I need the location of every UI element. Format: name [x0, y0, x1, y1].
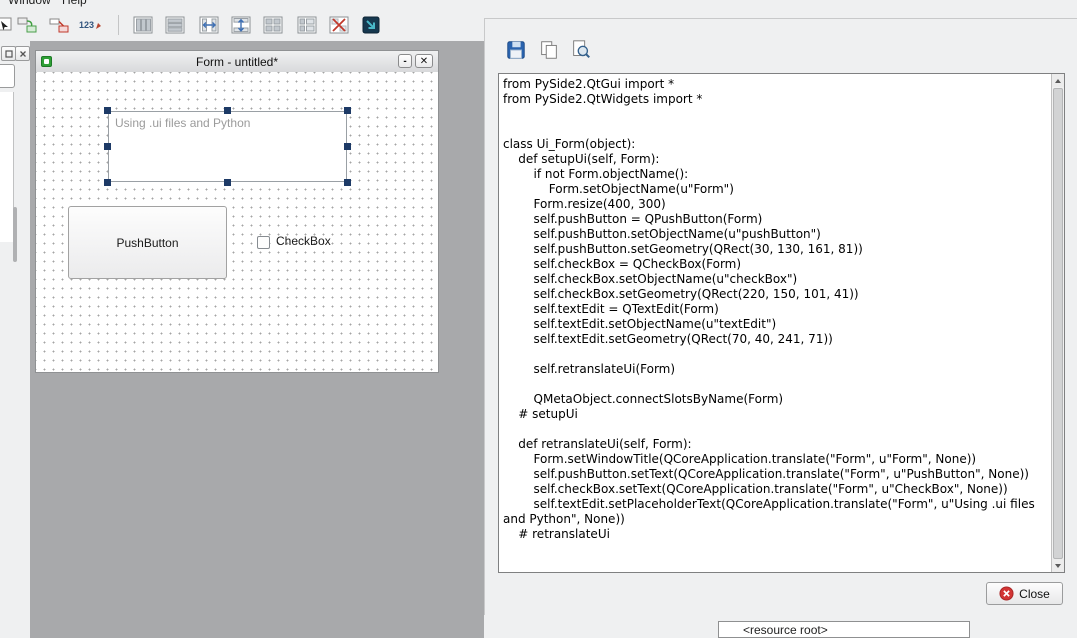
form-canvas[interactable]: Using .ui files and Python PushButton Ch… — [36, 72, 438, 372]
form-window-titlebar[interactable]: Form - untitled* — [36, 51, 438, 73]
mdi-area: Form - untitled* - ✕ Using .ui files and… — [30, 41, 484, 638]
dock-float-icon — [5, 50, 13, 58]
menu-window[interactable]: Window — [8, 0, 51, 7]
bottom-dock-area: <resource root> — [484, 615, 1077, 638]
layout-vertical-button[interactable] — [162, 12, 188, 38]
widget-filter-input[interactable] — [0, 64, 15, 88]
edit-signals-slots-button[interactable] — [14, 12, 40, 38]
layout-horizontal-button[interactable] — [130, 12, 156, 38]
scrollbar-down-icon — [1055, 564, 1061, 568]
selection-handle-tm[interactable] — [224, 107, 231, 114]
edit-tab-order-button[interactable]: 123 — [78, 12, 104, 38]
layout-horizontal-icon — [132, 14, 154, 36]
close-button-label: Close — [1019, 587, 1050, 601]
selection-handle-ml[interactable] — [104, 143, 111, 150]
layout-form-icon — [296, 14, 318, 36]
adjust-size-button[interactable] — [358, 12, 384, 38]
signals-slots-icon — [16, 14, 38, 36]
form-minimize-button[interactable]: - — [398, 54, 412, 68]
checkbox-indicator[interactable] — [257, 236, 270, 249]
code-scrollbar[interactable] — [1051, 74, 1064, 572]
selection-handle-bm[interactable] — [224, 179, 231, 186]
tab-order-pencil-icon — [95, 20, 103, 30]
selection-handle-tr[interactable] — [344, 107, 351, 114]
widget-box-dock — [0, 41, 31, 638]
break-layout-button[interactable] — [326, 12, 352, 38]
copy-icon — [538, 39, 560, 61]
close-button[interactable]: Close — [986, 582, 1063, 605]
scrollbar-handle[interactable] — [1053, 88, 1063, 559]
layout-grid-button[interactable] — [260, 12, 286, 38]
form-designer-window: Form - untitled* - ✕ Using .ui files and… — [35, 50, 439, 373]
dock-float-button[interactable] — [1, 46, 16, 61]
close-icon — [999, 586, 1014, 601]
selection-handle-mr[interactable] — [344, 143, 351, 150]
textedit-widget[interactable]: Using .ui files and Python — [108, 111, 347, 182]
find-button[interactable] — [569, 38, 593, 62]
scrollbar-up-icon — [1055, 79, 1061, 83]
layout-vertical-splitter-button[interactable] — [228, 12, 254, 38]
splitter-vertical-icon — [230, 14, 252, 36]
selection-handle-tl[interactable] — [104, 107, 111, 114]
form-close-button[interactable]: ✕ — [415, 54, 433, 68]
widget-box-list[interactable] — [0, 92, 14, 242]
break-layout-icon — [328, 14, 350, 36]
widget-box-scrollbar[interactable] — [13, 207, 17, 262]
copy-button[interactable] — [537, 38, 561, 62]
adjust-size-icon — [360, 14, 382, 36]
pushbutton-widget[interactable]: PushButton — [68, 206, 227, 279]
resource-browser[interactable]: <resource root> — [718, 621, 970, 638]
layout-form-button[interactable] — [294, 12, 320, 38]
textedit-placeholder: Using .ui files and Python — [109, 112, 346, 134]
edit-buddies-button[interactable] — [46, 12, 72, 38]
save-icon — [505, 39, 527, 61]
code-preview-dialog: from PySide2.QtGui import * from PySide2… — [484, 18, 1077, 615]
qt-designer-screen: Window Help 123 — [0, 0, 1077, 638]
toolbar-separator — [118, 15, 119, 35]
find-icon — [570, 39, 592, 61]
layout-grid-icon — [262, 14, 284, 36]
layout-horizontal-splitter-button[interactable] — [196, 12, 222, 38]
dock-close-icon — [19, 50, 27, 58]
layout-vertical-icon — [164, 14, 186, 36]
menubar: Window Help — [0, 0, 1077, 9]
checkbox-label: CheckBox — [276, 234, 331, 248]
dock-close-button[interactable] — [15, 46, 30, 61]
selection-handle-bl[interactable] — [104, 179, 111, 186]
edit-widgets-icon — [0, 14, 14, 36]
buddies-icon — [48, 14, 70, 36]
form-window-title: Form - untitled* — [36, 55, 438, 69]
menu-help[interactable]: Help — [62, 0, 87, 7]
code-view[interactable]: from PySide2.QtGui import * from PySide2… — [498, 73, 1065, 573]
scrollbar-up-button[interactable] — [1052, 74, 1064, 87]
code-text[interactable]: from PySide2.QtGui import * from PySide2… — [499, 74, 1051, 572]
splitter-horizontal-icon — [198, 14, 220, 36]
tab-order-icon: 123 — [79, 20, 94, 30]
selection-handle-br[interactable] — [344, 179, 351, 186]
save-button[interactable] — [504, 38, 528, 62]
resource-root-item[interactable]: <resource root> — [719, 622, 969, 637]
scrollbar-down-button[interactable] — [1052, 559, 1064, 572]
